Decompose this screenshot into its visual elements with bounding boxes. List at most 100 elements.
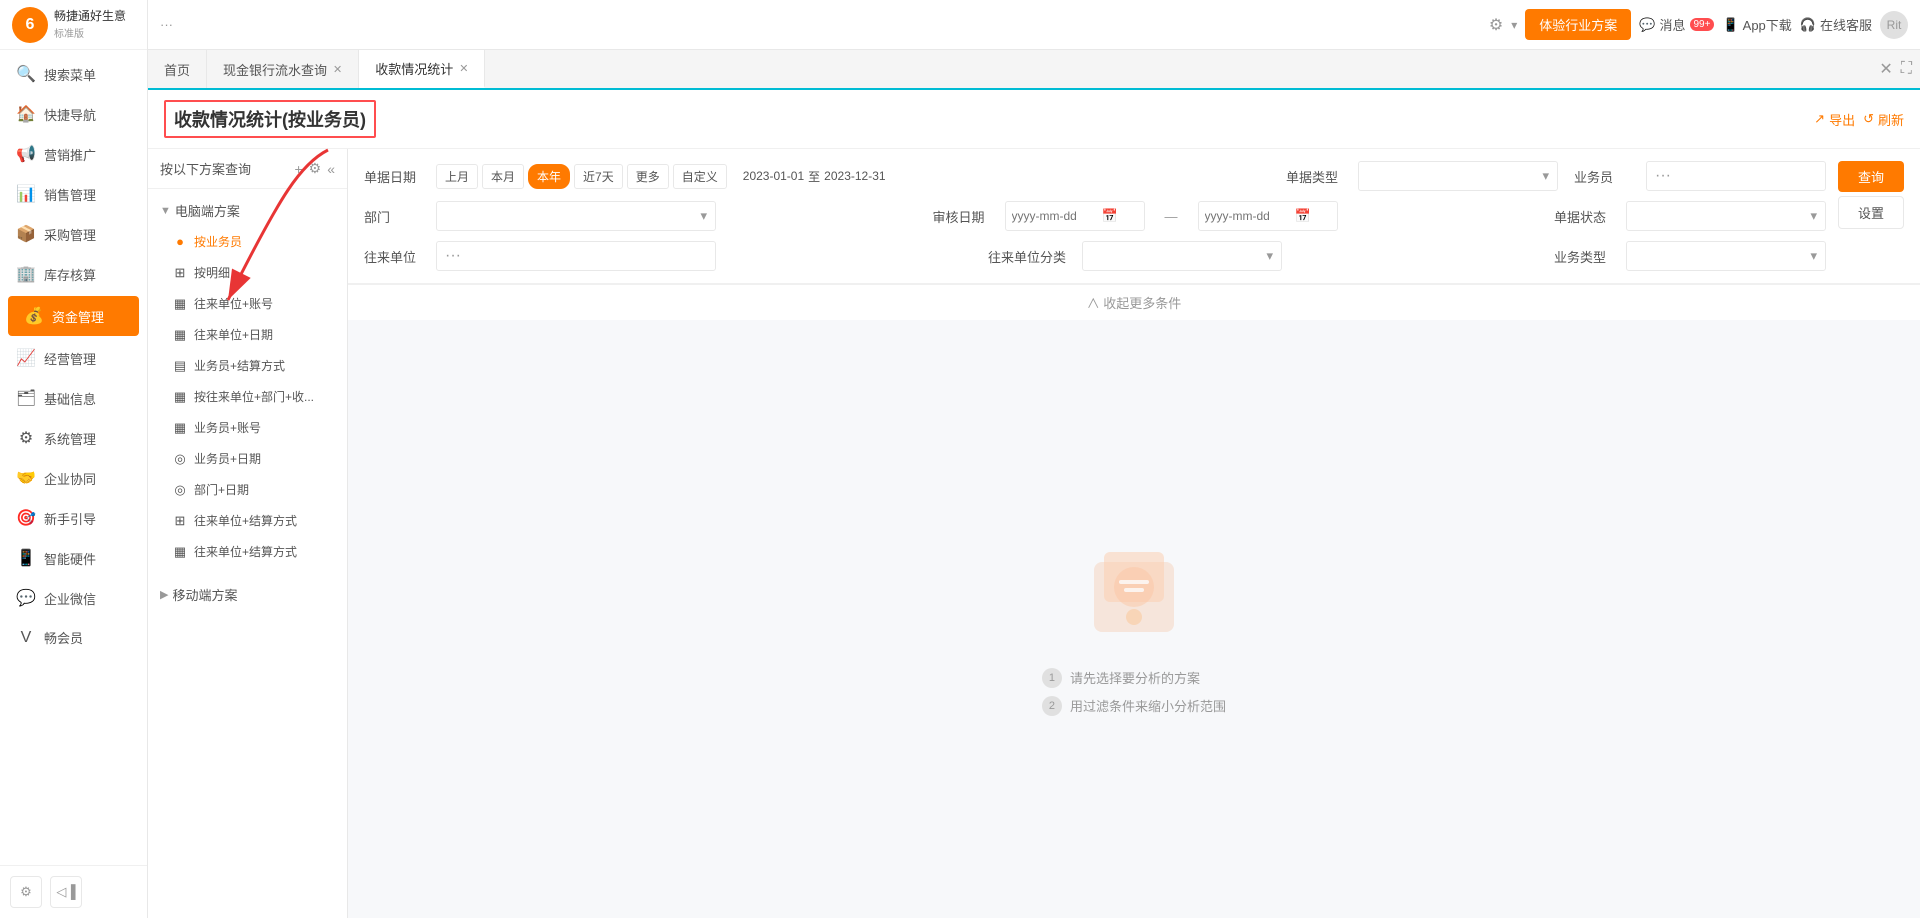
single-status-arrow: ▾ bbox=[1810, 208, 1817, 224]
plan-item-partner-account[interactable]: ▦ 往来单位+账号 bbox=[148, 288, 347, 319]
voucher-type-select[interactable]: ▾ bbox=[1358, 161, 1558, 191]
item-ss-icon: ▤ bbox=[172, 358, 188, 374]
tab-expand-btn[interactable]: ⛶ bbox=[1901, 60, 1912, 78]
sidebar-item-sales[interactable]: 📊 销售管理 bbox=[0, 174, 147, 214]
filter-row-dept: 部门 ▾ 审核日期 📅 — bbox=[364, 201, 1826, 231]
add-plan-icon[interactable]: + bbox=[294, 161, 302, 177]
app-download-btn[interactable]: 📱 App下载 bbox=[1722, 15, 1791, 34]
date-btn-this-year[interactable]: 本年 bbox=[528, 164, 570, 189]
sidebar-item-inventory[interactable]: 🏢 库存核算 bbox=[0, 254, 147, 294]
filter-fields: 单据日期 上月 本月 本年 近7天 更多 自定义 2023-01-01 bbox=[364, 161, 1826, 271]
review-date-from[interactable] bbox=[1012, 209, 1100, 223]
tab-home[interactable]: 首页 bbox=[148, 50, 207, 88]
member-icon: V bbox=[16, 629, 36, 647]
sidebar-item-operations[interactable]: 📈 经营管理 bbox=[0, 338, 147, 378]
date-btn-this-month[interactable]: 本月 bbox=[482, 164, 524, 189]
desktop-section-header[interactable]: ▼ 电脑端方案 bbox=[148, 195, 347, 226]
filter-row-date: 单据日期 上月 本月 本年 近7天 更多 自定义 2023-01-01 bbox=[364, 161, 1826, 191]
collapse-panel-icon[interactable]: « bbox=[327, 161, 335, 177]
sidebar: 6 畅捷通好生意 标准版 🔍 搜索菜单 🏠 快捷导航 📢 营销推广 📊 销售管理… bbox=[0, 0, 148, 918]
plan-item-partner-settle2[interactable]: ▦ 往来单位+结算方式 bbox=[148, 536, 347, 567]
sidebar-item-member[interactable]: V 畅会员 bbox=[0, 618, 147, 657]
download-icon: 📱 bbox=[1722, 17, 1738, 33]
counterpart-category-label: 往来单位分类 bbox=[988, 247, 1066, 266]
tab-close-all-btn[interactable]: ✕ bbox=[1879, 59, 1892, 79]
user-avatar[interactable]: Rit bbox=[1880, 11, 1908, 39]
review-to-group: 📅 bbox=[1198, 201, 1338, 231]
salesperson-input[interactable]: ··· bbox=[1646, 161, 1826, 191]
refresh-button[interactable]: ↺ 刷新 bbox=[1863, 110, 1904, 129]
plan-item-partner-date[interactable]: ▦ 往来单位+日期 bbox=[148, 319, 347, 350]
review-from-group: 📅 bbox=[1005, 201, 1145, 231]
tab-receipt-stats[interactable]: 收款情况统计 ✕ bbox=[359, 50, 485, 88]
plan-item-salesperson-account[interactable]: ▦ 业务员+账号 bbox=[148, 412, 347, 443]
counterpart-dots-btn[interactable]: ··· bbox=[445, 247, 461, 265]
mobile-section-header[interactable]: ▶ 移动端方案 bbox=[148, 579, 347, 610]
tab-bank-flow[interactable]: 现金银行流水查询 ✕ bbox=[207, 50, 359, 88]
trial-button[interactable]: 体验行业方案 bbox=[1525, 9, 1631, 40]
sidebar-bottom: ⚙ ◁▐ bbox=[0, 865, 147, 918]
collapse-bar[interactable]: ∧ 收起更多条件 bbox=[348, 284, 1920, 320]
main-content: 收款情况统计(按业务员) ↗ 导出 ↺ 刷新 按以下方案查询 + ⚙ « bbox=[148, 90, 1920, 918]
sidebar-item-system[interactable]: ⚙ 系统管理 bbox=[0, 418, 147, 458]
sidebar-item-finance[interactable]: 💰 资金管理 bbox=[8, 296, 139, 336]
single-status-select[interactable]: ▾ bbox=[1626, 201, 1826, 231]
date-dash: — bbox=[1165, 209, 1178, 224]
breadcrumb-dots: ··· bbox=[160, 17, 173, 32]
filter-section: 单据日期 上月 本月 本年 近7天 更多 自定义 2023-01-01 bbox=[348, 149, 1920, 284]
item-pd-icon: ▦ bbox=[172, 327, 188, 343]
collab-icon: 🤝 bbox=[16, 468, 36, 488]
plan-item-by-detail[interactable]: ⊞ 按明细 bbox=[148, 257, 347, 288]
business-type-arrow: ▾ bbox=[1810, 248, 1817, 264]
header-settings-icon[interactable]: ⚙ bbox=[1489, 15, 1503, 35]
message-btn[interactable]: 💬 消息 99+ bbox=[1639, 15, 1714, 34]
date-btn-custom[interactable]: 自定义 bbox=[673, 164, 727, 189]
marketing-icon: 📢 bbox=[16, 144, 36, 164]
plan-item-partner-dept[interactable]: ▦ 按往来单位+部门+收... bbox=[148, 381, 347, 412]
app-logo: 6 畅捷通好生意 标准版 bbox=[0, 0, 147, 50]
sidebar-item-purchase[interactable]: 📦 采购管理 bbox=[0, 214, 147, 254]
plan-settings-icon[interactable]: ⚙ bbox=[309, 160, 322, 177]
review-date-to[interactable] bbox=[1205, 209, 1293, 223]
sidebar-settings-btn[interactable]: ⚙ bbox=[10, 876, 42, 908]
plan-item-partner-settle1[interactable]: ⊞ 往来单位+结算方式 bbox=[148, 505, 347, 536]
filter-actions-col: 查询 设置 bbox=[1838, 161, 1904, 229]
logo-name: 畅捷通好生意 bbox=[54, 9, 126, 25]
plan-item-by-salesperson[interactable]: ● 按业务员 bbox=[148, 226, 347, 257]
sidebar-item-collab[interactable]: 🤝 企业协同 bbox=[0, 458, 147, 498]
purchase-icon: 📦 bbox=[16, 224, 36, 244]
export-button[interactable]: ↗ 导出 bbox=[1814, 110, 1855, 129]
plan-item-salesperson-date[interactable]: ◎ 业务员+日期 bbox=[148, 443, 347, 474]
sidebar-collapse-btn[interactable]: ◁▐ bbox=[50, 876, 82, 908]
sidebar-item-quicknav[interactable]: 🏠 快捷导航 bbox=[0, 94, 147, 134]
date-btn-7days[interactable]: 近7天 bbox=[574, 164, 623, 189]
counterpart-select[interactable]: ··· bbox=[436, 241, 716, 271]
online-service-btn[interactable]: 🎧 在线客服 bbox=[1800, 15, 1872, 34]
salesperson-dots-btn[interactable]: ··· bbox=[1655, 167, 1671, 185]
dept-select[interactable]: ▾ bbox=[436, 201, 716, 231]
item-dd-icon: ◎ bbox=[172, 482, 188, 498]
tab-bank-flow-close[interactable]: ✕ bbox=[333, 63, 342, 76]
logo-icon: 6 bbox=[12, 7, 48, 43]
filter-settings-button[interactable]: 设置 bbox=[1838, 196, 1904, 229]
sidebar-item-hardware[interactable]: 📱 智能硬件 bbox=[0, 538, 147, 578]
item-ps2-icon: ▦ bbox=[172, 544, 188, 560]
sidebar-item-marketing[interactable]: 📢 营销推广 bbox=[0, 134, 147, 174]
counterpart-category-select[interactable]: ▾ bbox=[1082, 241, 1282, 271]
date-btn-more[interactable]: 更多 bbox=[627, 164, 669, 189]
top-header: ··· ⚙ ▾ 体验行业方案 💬 消息 99+ 📱 App下载 🎧 在线客服 R… bbox=[148, 0, 1920, 50]
export-icon: ↗ bbox=[1814, 111, 1825, 127]
date-btn-last-month[interactable]: 上月 bbox=[436, 164, 478, 189]
sidebar-item-basics[interactable]: 🗂 基础信息 bbox=[0, 378, 147, 418]
query-button[interactable]: 查询 bbox=[1838, 161, 1904, 192]
operations-icon: 📈 bbox=[16, 348, 36, 368]
business-type-select[interactable]: ▾ bbox=[1626, 241, 1826, 271]
sidebar-item-search[interactable]: 🔍 搜索菜单 bbox=[0, 54, 147, 94]
sidebar-item-wechat[interactable]: 💬 企业微信 bbox=[0, 578, 147, 618]
plan-item-salesperson-settle[interactable]: ▤ 业务员+结算方式 bbox=[148, 350, 347, 381]
plan-item-dept-date[interactable]: ◎ 部门+日期 bbox=[148, 474, 347, 505]
header-chevron-icon[interactable]: ▾ bbox=[1511, 18, 1517, 32]
sidebar-item-guide[interactable]: 🎯 新手引导 bbox=[0, 498, 147, 538]
tab-receipt-stats-close[interactable]: ✕ bbox=[459, 62, 468, 75]
step-num-1: 1 bbox=[1042, 668, 1062, 688]
